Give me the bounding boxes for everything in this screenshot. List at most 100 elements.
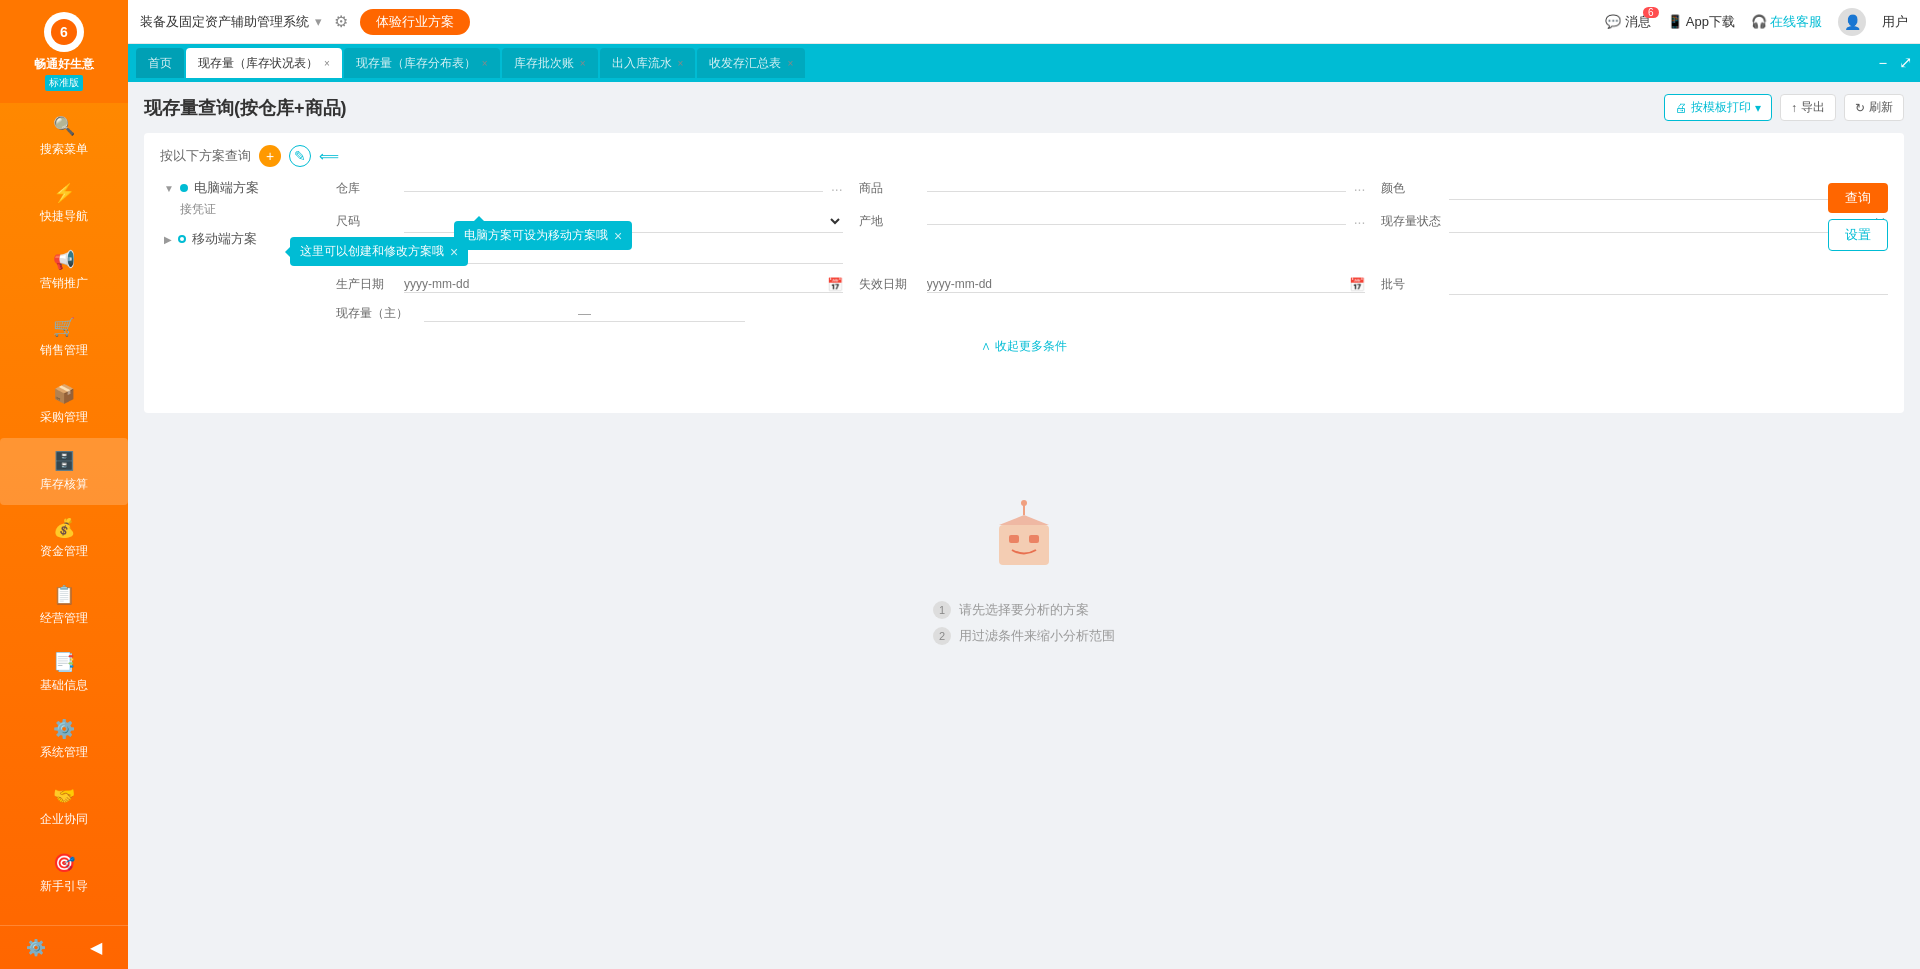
sidebar-item-basic-info[interactable]: 📑 基础信息 xyxy=(0,639,128,706)
prod-date-cal-icon[interactable]: 📅 xyxy=(827,277,843,292)
tab-inventory-dist[interactable]: 现存量（库存分布表） × xyxy=(344,48,500,78)
stock-qty-min[interactable] xyxy=(424,306,574,320)
mobile-scheme-arrow: ▶ xyxy=(164,234,172,245)
tab-batch-ledger-close[interactable]: × xyxy=(580,58,586,69)
basic-info-icon: 📑 xyxy=(53,651,75,673)
set-btn[interactable]: 设置 xyxy=(1828,219,1888,251)
sidebar-item-sales[interactable]: 🛒 销售管理 xyxy=(0,304,128,371)
tab-right-btns: － ⤢ xyxy=(1875,53,1912,74)
tip2-text: 用过滤条件来缩小分析范围 xyxy=(959,627,1115,645)
pc-sub-item[interactable]: 接凭证 xyxy=(180,199,320,220)
marketing-icon: 📢 xyxy=(53,249,75,271)
refresh-btn[interactable]: ↻ 刷新 xyxy=(1844,94,1904,121)
tooltip2-close[interactable]: × xyxy=(450,244,458,260)
message-btn[interactable]: 💬 消息 6 xyxy=(1605,13,1651,31)
stock-status-select[interactable] xyxy=(1449,210,1888,233)
minimize-btn[interactable]: － xyxy=(1875,53,1891,74)
expire-date-cal-icon[interactable]: 📅 xyxy=(1349,277,1365,292)
template-print-btn[interactable]: 🖨 按模板打印 ▾ xyxy=(1664,94,1772,121)
sidebar-collapse-btn[interactable]: ◀ xyxy=(86,934,106,961)
sidebar-item-purchase[interactable]: 📦 采购管理 xyxy=(0,371,128,438)
filter-add-btn[interactable]: + xyxy=(259,145,281,167)
tab-collect-summary-close[interactable]: × xyxy=(787,58,793,69)
tab-home[interactable]: 首页 xyxy=(136,48,184,78)
sidebar-item-label: 系统管理 xyxy=(40,744,88,761)
range-separator: — xyxy=(578,306,591,321)
page-title: 现存量查询(按仓库+商品) xyxy=(144,96,347,120)
color-select[interactable] xyxy=(1449,177,1888,200)
svg-rect-3 xyxy=(1009,535,1019,543)
sidebar-item-business[interactable]: 📋 经营管理 xyxy=(0,572,128,639)
empty-illustration xyxy=(974,485,1074,585)
sidebar-item-quick-nav[interactable]: ⚡ 快捷导航 xyxy=(0,170,128,237)
goods-dots[interactable]: ··· xyxy=(1354,181,1366,197)
filter-color: 颜色 xyxy=(1381,177,1888,200)
trial-btn[interactable]: 体验行业方案 xyxy=(360,9,470,35)
tip1-text: 请先选择要分析的方案 xyxy=(959,601,1089,619)
tab-batch-ledger[interactable]: 库存批次账 × xyxy=(502,48,598,78)
origin-dots[interactable]: ··· xyxy=(1354,214,1366,230)
system-name: 装备及固定资产辅助管理系统 xyxy=(140,13,309,31)
warehouse-dots[interactable]: ··· xyxy=(831,181,843,197)
stock-qty-max[interactable] xyxy=(595,306,745,320)
sidebar-item-marketing[interactable]: 📢 营销推广 xyxy=(0,237,128,304)
sidebar-settings-btn[interactable]: ⚙️ xyxy=(22,934,50,961)
filter-warehouse: 仓库 ··· xyxy=(336,177,843,200)
printer-icon: 🖨 xyxy=(1675,101,1687,115)
expire-date-input[interactable] xyxy=(927,277,1346,291)
collapse-btn[interactable]: ∧ 收起更多条件 xyxy=(160,330,1888,363)
sidebar-item-collab[interactable]: 🤝 企业协同 xyxy=(0,773,128,840)
prod-date-input[interactable] xyxy=(404,277,823,291)
topbar-system: 装备及固定资产辅助管理系统 ▾ xyxy=(140,13,322,31)
filter-expire-date: 失效日期 📅 xyxy=(859,274,1366,295)
sidebar-item-inventory[interactable]: 🗄️ 库存核算 xyxy=(0,438,128,505)
filter-stock-qty: 现存量（主） — xyxy=(336,305,736,322)
tab-inout-flow[interactable]: 出入库流水 × xyxy=(600,48,696,78)
svg-text:6: 6 xyxy=(60,24,68,40)
batch-no-input[interactable] xyxy=(1449,274,1888,295)
tab-inventory-status-close[interactable]: × xyxy=(324,58,330,69)
pc-scheme-arrow: ▼ xyxy=(164,183,174,194)
sidebar-item-system[interactable]: ⚙️ 系统管理 xyxy=(0,706,128,773)
tip-num-1: 1 xyxy=(933,601,951,619)
online-cs-btn[interactable]: 🎧 在线客服 xyxy=(1751,13,1822,31)
tab-inventory-dist-close[interactable]: × xyxy=(482,58,488,69)
user-avatar[interactable]: 👤 xyxy=(1838,8,1866,36)
tab-inout-flow-label: 出入库流水 xyxy=(612,55,672,72)
logo-icon: 6 xyxy=(44,12,84,52)
scheme-list-area: 这里可以创建和修改方案哦 × ▼ 电脑端方案 xyxy=(160,177,320,330)
system-dropdown-icon[interactable]: ▾ xyxy=(315,14,322,29)
sidebar-item-search[interactable]: 🔍 搜索菜单 xyxy=(0,103,128,170)
username[interactable]: 用户 xyxy=(1882,13,1908,31)
scheme-item-pc[interactable]: ▼ 电脑端方案 xyxy=(160,177,320,199)
prod-date-wrap: 📅 xyxy=(404,277,843,293)
export-btn[interactable]: ↑ 导出 xyxy=(1780,94,1836,121)
avatar-icon: 👤 xyxy=(1844,14,1861,30)
system-icon: ⚙️ xyxy=(53,718,75,740)
tab-inout-flow-close[interactable]: × xyxy=(678,58,684,69)
filter-arrow-btn[interactable]: ⟸ xyxy=(319,148,339,164)
tooltip1-close[interactable]: × xyxy=(614,228,622,244)
empty-tips: 1 请先选择要分析的方案 2 用过滤条件来缩小分析范围 xyxy=(933,601,1115,645)
sidebar-bottom: ⚙️ ◀ xyxy=(0,925,128,969)
sidebar-item-label: 销售管理 xyxy=(40,342,88,359)
sidebar-item-label: 采购管理 xyxy=(40,409,88,426)
tab-collect-summary[interactable]: 收发存汇总表 × xyxy=(697,48,805,78)
filter-batch-no: 批号 xyxy=(1381,274,1888,295)
maximize-btn[interactable]: ⤢ xyxy=(1899,53,1912,74)
search-btn[interactable]: 查询 xyxy=(1828,183,1888,213)
app-download-btn[interactable]: 📱 App下载 xyxy=(1667,13,1735,31)
sidebar-item-finance[interactable]: 💰 资金管理 xyxy=(0,505,128,572)
empty-tip1: 1 请先选择要分析的方案 xyxy=(933,601,1115,619)
sidebar-item-label: 搜索菜单 xyxy=(40,141,88,158)
logo-text: 畅通好生意 xyxy=(34,56,94,73)
collab-icon: 🤝 xyxy=(53,785,75,807)
main-area: 装备及固定资产辅助管理系统 ▾ ⚙ 体验行业方案 💬 消息 6 📱 App下载 … xyxy=(128,0,1920,969)
topbar-gear-icon[interactable]: ⚙ xyxy=(334,12,348,31)
template-print-label: 按模板打印 xyxy=(1691,99,1751,116)
tab-inventory-dist-label: 现存量（库存分布表） xyxy=(356,55,476,72)
tab-inventory-status[interactable]: 现存量（库存状况表） × xyxy=(186,48,342,78)
sidebar-item-guide[interactable]: 🎯 新手引导 xyxy=(0,840,128,907)
sidebar-item-label: 新手引导 xyxy=(40,878,88,895)
filter-edit-btn[interactable]: ✎ xyxy=(289,145,311,167)
